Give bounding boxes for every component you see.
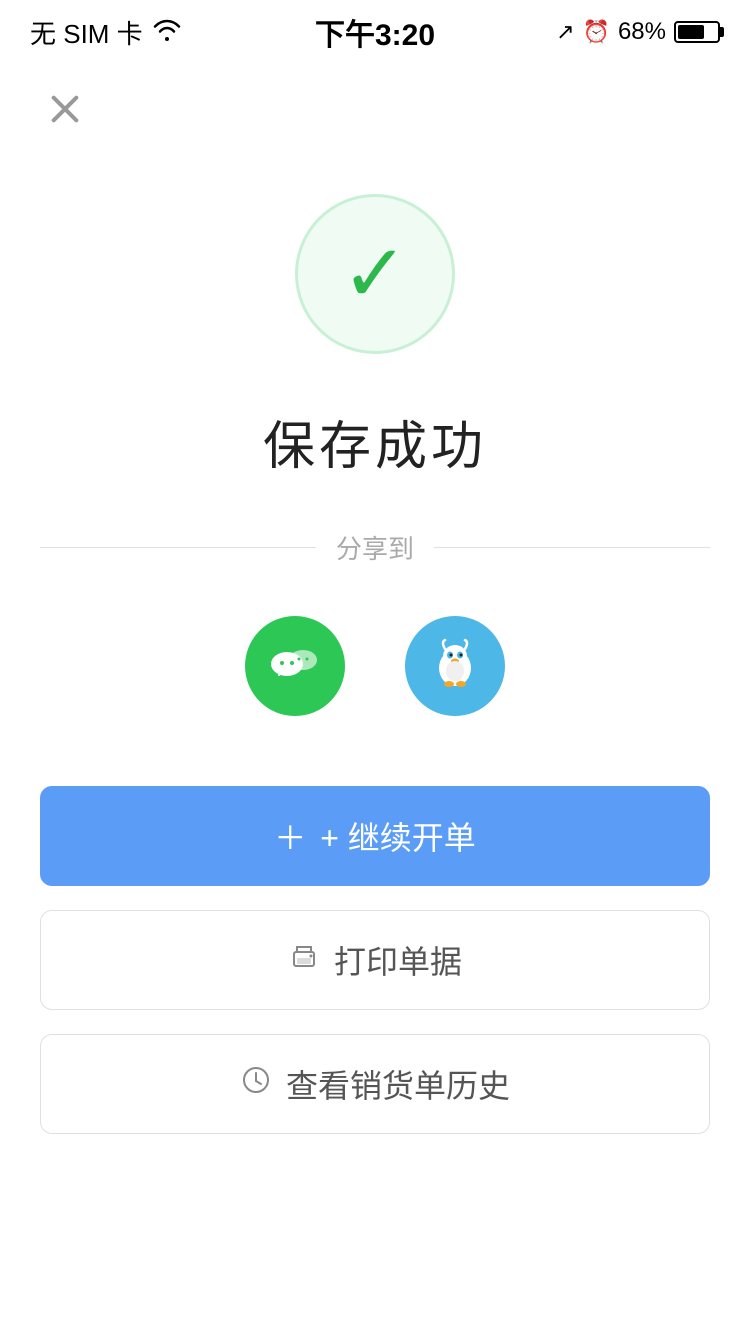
wifi-icon xyxy=(153,17,181,48)
alarm-icon: ⏰ xyxy=(583,19,610,45)
history-icon xyxy=(240,1064,272,1104)
wechat-icon xyxy=(265,636,325,696)
status-bar: 无 SIM 卡 下午3:20 ↗ ⏰ 68% xyxy=(0,0,750,64)
checkmark-icon: ✓ xyxy=(341,234,408,314)
share-icons-row xyxy=(245,616,505,716)
success-icon-circle: ✓ xyxy=(295,194,455,354)
printer-icon xyxy=(288,940,320,980)
success-title: 保存成功 xyxy=(263,404,487,479)
close-button-container xyxy=(0,64,750,154)
print-button[interactable]: 打印单据 xyxy=(40,910,710,1010)
wechat-share-button[interactable] xyxy=(245,616,345,716)
status-bar-time: 下午3:20 xyxy=(315,10,435,54)
action-buttons: ＋ + 继续开单 打印单据 查看销货单历史 xyxy=(40,786,710,1134)
continue-order-label: + 继续开单 xyxy=(320,813,476,859)
status-bar-right: ↗ ⏰ 68% xyxy=(556,18,720,46)
close-icon[interactable] xyxy=(40,84,90,134)
divider-left xyxy=(40,547,316,548)
view-history-label: 查看销货单历史 xyxy=(286,1061,510,1107)
status-bar-left: 无 SIM 卡 xyxy=(30,14,181,51)
share-label: 分享到 xyxy=(336,529,414,566)
battery-fill xyxy=(678,25,704,39)
plus-icon: ＋ xyxy=(274,813,306,859)
print-label: 打印单据 xyxy=(334,937,462,983)
share-divider: 分享到 xyxy=(40,529,710,566)
carrier-label: 无 SIM 卡 xyxy=(30,14,143,51)
continue-order-button[interactable]: ＋ + 继续开单 xyxy=(40,786,710,886)
divider-right xyxy=(434,547,710,548)
main-content: ✓ 保存成功 分享到 xyxy=(0,154,750,1334)
battery-percent: 68% xyxy=(618,18,666,46)
view-history-button[interactable]: 查看销货单历史 xyxy=(40,1034,710,1134)
location-icon: ↗ xyxy=(556,19,574,45)
battery-bar xyxy=(674,21,720,43)
qq-share-button[interactable] xyxy=(405,616,505,716)
qq-icon xyxy=(425,636,485,696)
